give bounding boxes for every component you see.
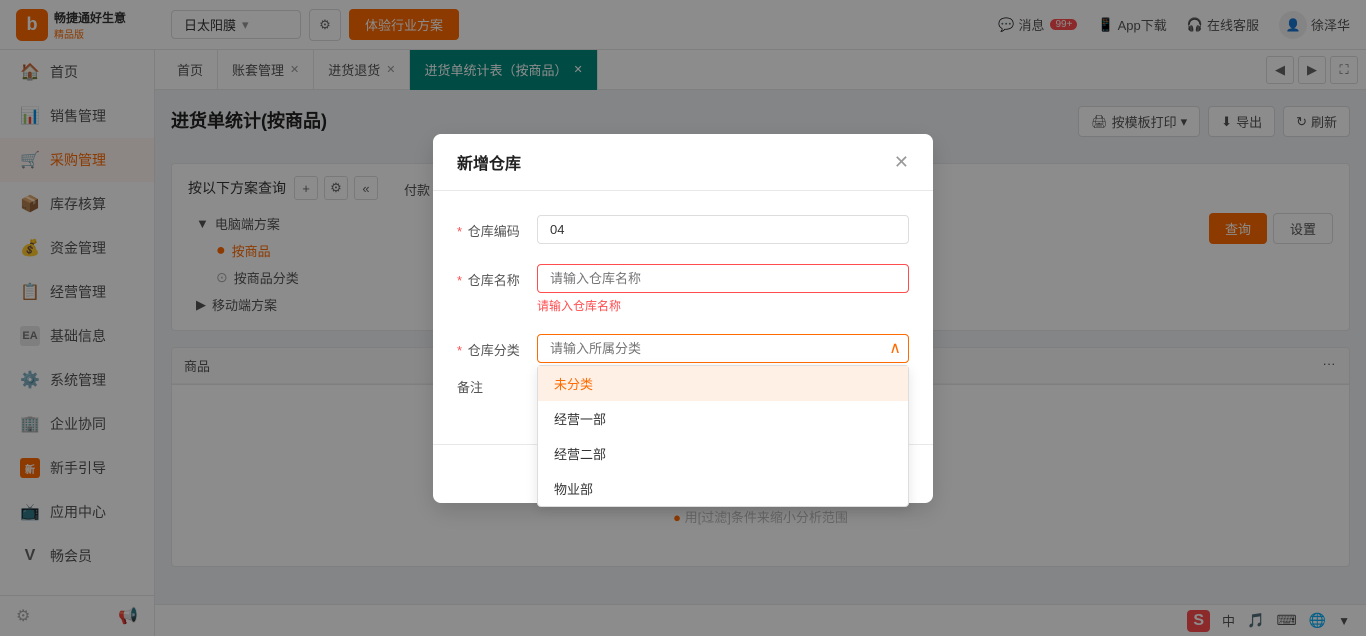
- dropdown-item-none[interactable]: 未分类: [538, 366, 908, 401]
- category-dropdown: 未分类 经营一部 经营二部 物业部: [537, 365, 909, 507]
- warehouse-category-input[interactable]: [537, 334, 909, 363]
- warehouse-name-input[interactable]: [537, 264, 909, 293]
- modal-body: * 仓库编码 * 仓库名称 请输入仓库名称: [433, 191, 933, 444]
- form-input-wrap-category: ∧ 未分类 经营一部 经营二部 物业部: [537, 334, 909, 363]
- warehouse-code-input[interactable]: [537, 215, 909, 244]
- modal-title: 新增仓库: [457, 150, 521, 174]
- form-row-category: * 仓库分类 ∧ 未分类 经营一部 经营二部 物业部: [457, 334, 909, 363]
- required-star-category: *: [457, 343, 462, 358]
- modal-overlay: 新增仓库 ✕ * 仓库编码 * 仓库名称: [0, 0, 1366, 636]
- required-star-code: *: [457, 224, 462, 239]
- modal-close-button[interactable]: ✕: [894, 153, 909, 171]
- modal-header: 新增仓库 ✕: [433, 134, 933, 191]
- required-star-name: *: [457, 273, 462, 288]
- dropdown-item-property[interactable]: 物业部: [538, 471, 908, 506]
- form-row-name: * 仓库名称 请输入仓库名称: [457, 264, 909, 314]
- form-input-wrap-name: 请输入仓库名称: [537, 264, 909, 314]
- name-error-msg: 请输入仓库名称: [537, 297, 909, 314]
- form-input-wrap-code: [537, 215, 909, 244]
- form-label-note: 备注: [457, 371, 537, 396]
- modal-new-warehouse: 新增仓库 ✕ * 仓库编码 * 仓库名称: [433, 134, 933, 503]
- form-label-code: * 仓库编码: [457, 215, 537, 240]
- category-dropdown-arrow[interactable]: ∧: [889, 338, 901, 358]
- form-label-category: * 仓库分类: [457, 334, 537, 359]
- form-row-code: * 仓库编码: [457, 215, 909, 244]
- dropdown-item-op2[interactable]: 经营二部: [538, 436, 908, 471]
- dropdown-item-op1[interactable]: 经营一部: [538, 401, 908, 436]
- form-label-name: * 仓库名称: [457, 264, 537, 289]
